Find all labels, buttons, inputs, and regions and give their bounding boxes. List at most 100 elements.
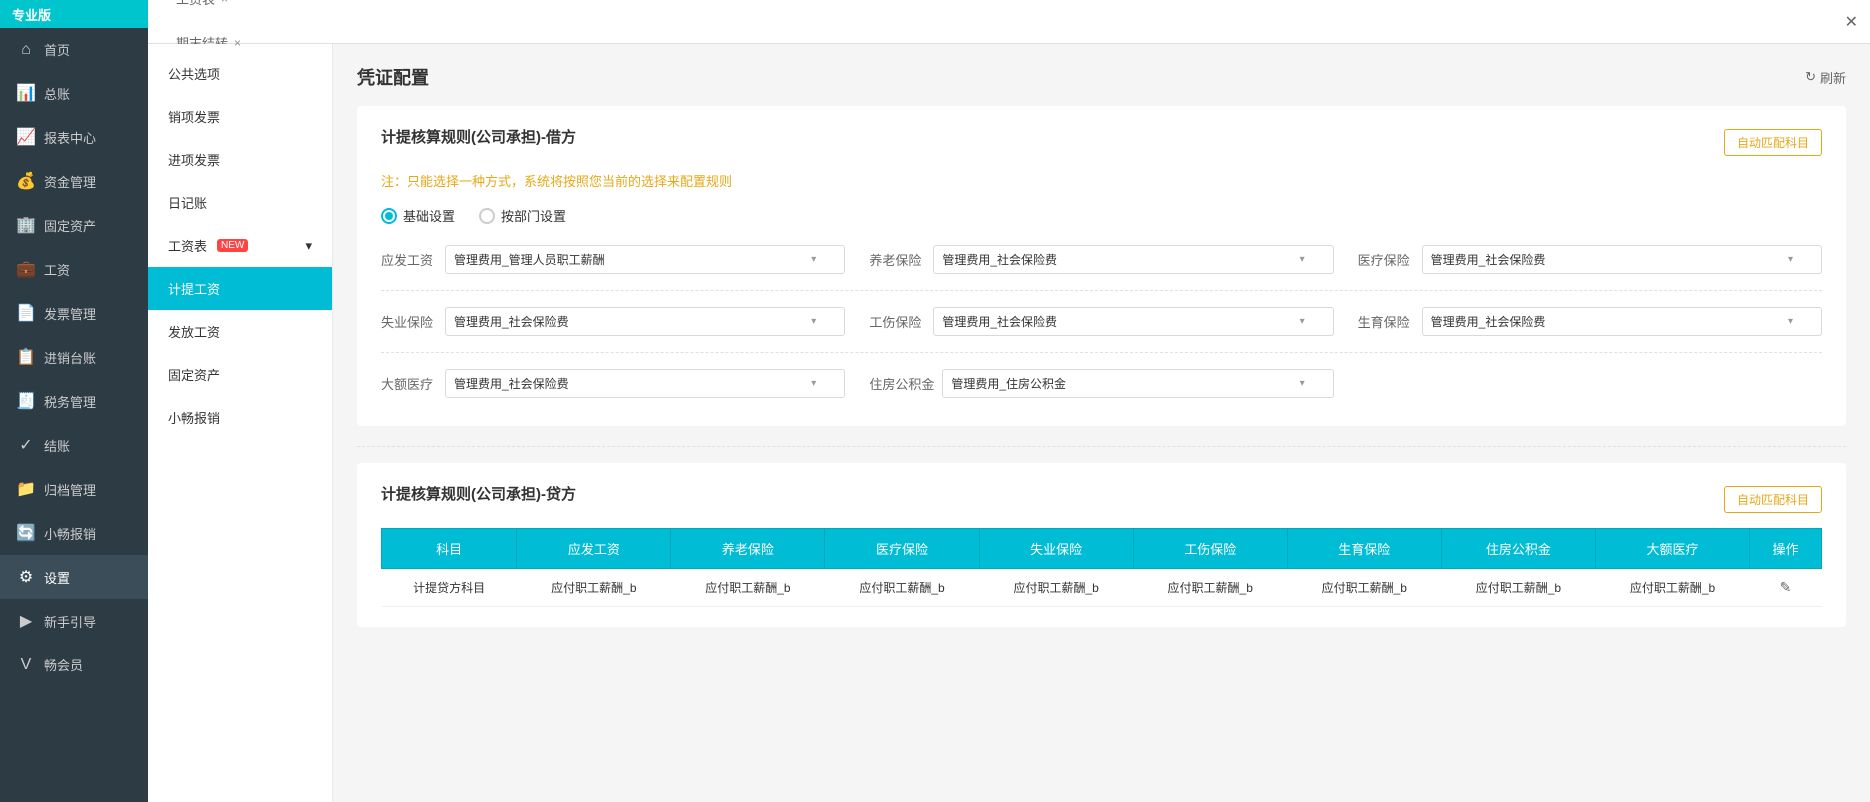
- form-cell-0-1: 养老保险 管理费用_社会保险费 ▾: [869, 245, 1333, 274]
- form-row-0: 应发工资 管理费用_管理人员职工薪酬 ▾ 养老保险 管理费用_社会保险费 ▾ 医…: [381, 245, 1822, 274]
- purchase-sales-icon: 📋: [16, 347, 36, 367]
- cell-value-0-0: 应付职工薪酬_b: [517, 569, 671, 607]
- xiao-chang-expense-icon: 🔄: [16, 523, 36, 543]
- sidebar-item-general-ledger[interactable]: 📊总账: [0, 71, 148, 115]
- cell-action-0[interactable]: ✎: [1750, 569, 1822, 607]
- sidebar-label-settings: 设置: [44, 568, 70, 587]
- select-arrow-0-2: ▾: [1788, 254, 1793, 265]
- cell-value-0-3: 应付职工薪酬_b: [979, 569, 1133, 607]
- sub-nav-item-calc-salary[interactable]: 计提工资: [148, 267, 332, 310]
- sub-nav-label-issue-salary: 发放工资: [168, 322, 220, 341]
- form-select-0-2[interactable]: 管理费用_社会保险费 ▾: [1422, 245, 1822, 274]
- select-value-2-0: 管理费用_社会保险费: [454, 375, 569, 392]
- sidebar-item-report-center[interactable]: 📈报表中心: [0, 115, 148, 159]
- form-cell-0-2: 医疗保险 管理费用_社会保险费 ▾: [1358, 245, 1822, 274]
- select-value-1-1: 管理费用_社会保险费: [942, 313, 1057, 330]
- sub-nav-item-fixed-assets-sub[interactable]: 固定资产: [148, 353, 332, 396]
- form-select-1-2[interactable]: 管理费用_社会保险费 ▾: [1422, 307, 1822, 336]
- credit-header-8: 大额医疗: [1595, 529, 1749, 569]
- sidebar-label-purchase-sales: 进销台账: [44, 348, 96, 367]
- form-select-2-1[interactable]: 管理费用_住房公积金 ▾: [942, 369, 1333, 398]
- cell-value-0-7: 应付职工薪酬_b: [1595, 569, 1749, 607]
- sub-nav-item-journal[interactable]: 日记账: [148, 181, 332, 224]
- tab-close-voucher-config[interactable]: ×: [234, 80, 241, 94]
- select-value-1-2: 管理费用_社会保险费: [1431, 313, 1546, 330]
- auto-match-debit-button[interactable]: 自动匹配科目: [1724, 129, 1822, 156]
- sub-nav-item-red-invoice[interactable]: 销项发票: [148, 95, 332, 138]
- form-select-1-0[interactable]: 管理费用_社会保险费 ▾: [445, 307, 845, 336]
- cell-subject-0: 计提贷方科目: [382, 569, 517, 607]
- sidebar-item-purchase-sales[interactable]: 📋 进销台账: [0, 335, 148, 379]
- sidebar-item-vip[interactable]: V畅会员: [0, 643, 148, 686]
- select-arrow-1-1: ▾: [1300, 316, 1305, 327]
- select-arrow-0-0: ▾: [811, 254, 816, 265]
- form-cell-0-0: 应发工资 管理费用_管理人员职工薪酬 ▾: [381, 245, 845, 274]
- sidebar-item-archive-management[interactable]: 📁归档管理: [0, 467, 148, 511]
- form-label-2-1: 住房公积金: [869, 374, 934, 393]
- sidebar-item-new-guide[interactable]: ▶新手引导: [0, 599, 148, 643]
- form-divider-1: [381, 352, 1822, 353]
- radio-basic[interactable]: 基础设置: [381, 206, 455, 225]
- radio-basic-circle: [381, 208, 397, 224]
- sidebar-item-fund-management[interactable]: 💰资金管理: [0, 159, 148, 203]
- sidebar-label-home: 首页: [44, 40, 70, 59]
- form-label-1-0: 失业保险: [381, 312, 437, 331]
- sidebar-label-xiao-chang-expense: 小畅报销: [44, 524, 96, 543]
- section1-note: 注：只能选择一种方式，系统将按照您当前的选择来配置规则: [381, 171, 1822, 190]
- sub-nav-label-calc-salary: 计提工资: [168, 279, 220, 298]
- select-value-1-0: 管理费用_社会保险费: [454, 313, 569, 330]
- main-close-button[interactable]: ✕: [1845, 12, 1858, 32]
- sidebar-item-invoice-management[interactable]: 📄发票管理: [0, 291, 148, 335]
- tab-close-salary-sheet[interactable]: ×: [221, 0, 228, 6]
- form-cell-2-2: [1358, 369, 1822, 398]
- form-select-1-1[interactable]: 管理费用_社会保险费 ▾: [933, 307, 1333, 336]
- sub-nav-item-input-invoice[interactable]: 进项发票: [148, 138, 332, 181]
- sidebar-label-archive-management: 归档管理: [44, 480, 96, 499]
- sidebar-item-salary[interactable]: 💼工资: [0, 247, 148, 291]
- vip-icon: V: [16, 656, 36, 674]
- radio-basic-label: 基础设置: [403, 206, 455, 225]
- form-select-2-0[interactable]: 管理费用_社会保险费 ▾: [445, 369, 845, 398]
- sidebar-item-closing[interactable]: ✓结账: [0, 423, 148, 467]
- refresh-label: 刷新: [1820, 68, 1846, 87]
- tab-label-salary-sheet: 工资表: [176, 0, 215, 8]
- fixed-assets-icon: 🏢: [16, 215, 36, 235]
- credit-header-5: 工伤保险: [1133, 529, 1287, 569]
- form-label-2-0: 大额医疗: [381, 374, 437, 393]
- select-arrow-0-1: ▾: [1300, 254, 1305, 265]
- app-version: 专业版: [12, 5, 51, 24]
- form-cell-2-1: 住房公积金 管理费用_住房公积金 ▾: [869, 369, 1333, 398]
- sub-nav-item-salary-table[interactable]: 工资表NEW▾: [148, 224, 332, 267]
- form-select-0-0[interactable]: 管理费用_管理人员职工薪酬 ▾: [445, 245, 845, 274]
- edit-icon-0[interactable]: ✎: [1780, 579, 1792, 595]
- auto-match-credit-button[interactable]: 自动匹配科目: [1724, 486, 1822, 513]
- select-arrow-1-0: ▾: [811, 316, 816, 327]
- sidebar-item-fixed-assets[interactable]: 🏢固定资产: [0, 203, 148, 247]
- credit-header-6: 生育保险: [1287, 529, 1441, 569]
- settings-icon: ⚙: [16, 567, 36, 587]
- refresh-button[interactable]: ↻ 刷新: [1805, 68, 1846, 87]
- form-select-0-1[interactable]: 管理费用_社会保险费 ▾: [933, 245, 1333, 274]
- tab-salary-sheet[interactable]: 工资表 ×: [160, 0, 257, 22]
- sidebar-item-home[interactable]: ⌂首页: [0, 28, 148, 71]
- main-area: 首页工资表×期末结转×凭证配置× ✕ 公共选项销项发票进项发票日记账工资表NEW…: [148, 0, 1870, 802]
- closing-icon: ✓: [16, 435, 36, 455]
- form-label-0-0: 应发工资: [381, 250, 437, 269]
- section2-title: 计提核算规则(公司承担)-贷方: [381, 483, 576, 504]
- select-arrow-1-2: ▾: [1788, 316, 1793, 327]
- refresh-icon: ↻: [1805, 69, 1816, 85]
- form-divider-0: [381, 290, 1822, 291]
- sub-nav-item-issue-salary[interactable]: 发放工资: [148, 310, 332, 353]
- sidebar-item-xiao-chang-expense[interactable]: 🔄 小畅报销: [0, 511, 148, 555]
- sidebar-items: ⌂首页📊总账📈报表中心💰资金管理🏢固定资产💼工资📄发票管理📋进销台账🧾税务管理✓…: [0, 28, 148, 686]
- sidebar-item-settings[interactable]: ⚙ 设置: [0, 555, 148, 599]
- select-arrow-2-0: ▾: [811, 378, 816, 389]
- tab-close-period-closing[interactable]: ×: [234, 36, 241, 50]
- form-grid: 应发工资 管理费用_管理人员职工薪酬 ▾ 养老保险 管理费用_社会保险费 ▾ 医…: [381, 245, 1822, 398]
- radio-by-dept[interactable]: 按部门设置: [479, 206, 566, 225]
- sub-nav-item-xiao-chang-sub[interactable]: 小畅报销: [148, 396, 332, 439]
- sidebar-item-tax-management[interactable]: 🧾税务管理: [0, 379, 148, 423]
- credit-table-header: 科目应发工资养老保险医疗保险失业保险工伤保险生育保险住房公积金大额医疗操作: [382, 529, 1822, 569]
- cell-value-0-5: 应付职工薪酬_b: [1287, 569, 1441, 607]
- general-ledger-icon: 📊: [16, 83, 36, 103]
